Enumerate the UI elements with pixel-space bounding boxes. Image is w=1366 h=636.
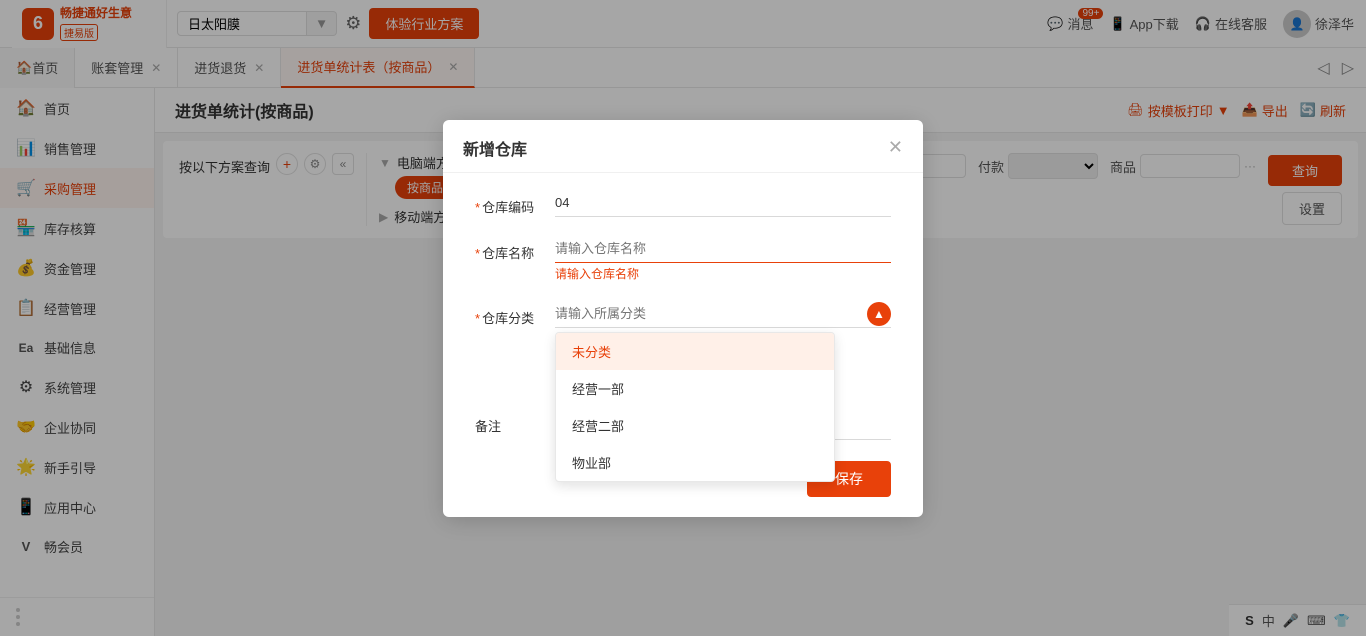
code-input[interactable]: [555, 189, 891, 217]
modal-body: *仓库编码 *仓库名称 请输入仓库名称 *仓库分类: [443, 173, 923, 443]
category-input[interactable]: [555, 300, 891, 328]
form-row-name: *仓库名称 请输入仓库名称: [475, 235, 891, 282]
code-control: [555, 189, 891, 217]
note-label: 备注: [475, 408, 555, 435]
dropdown-item-unclassified[interactable]: 未分类: [556, 333, 834, 370]
category-label: *仓库分类: [475, 300, 555, 327]
name-control: 请输入仓库名称: [555, 235, 891, 282]
modal-overlay[interactable]: 新增仓库 ✕ *仓库编码 *仓库名称 请输入仓库名称: [0, 0, 1366, 636]
code-label: *仓库编码: [475, 189, 555, 216]
new-warehouse-modal: 新增仓库 ✕ *仓库编码 *仓库名称 请输入仓库名称: [443, 120, 923, 517]
dropdown-item-dept2[interactable]: 经营二部: [556, 407, 834, 444]
name-input[interactable]: [555, 235, 891, 263]
dropdown-item-dept3[interactable]: 物业部: [556, 444, 834, 481]
modal-title: 新增仓库: [463, 136, 527, 160]
category-dropdown: 未分类 经营一部 经营二部 物业部: [555, 332, 835, 482]
modal-close-btn[interactable]: ✕: [888, 137, 903, 158]
name-label: *仓库名称: [475, 235, 555, 262]
form-row-category: *仓库分类 ▲ 未分类 经营一部 经营二部 物业部: [475, 300, 891, 328]
modal-header: 新增仓库 ✕: [443, 120, 923, 173]
name-error-msg: 请输入仓库名称: [555, 265, 891, 282]
form-row-code: *仓库编码: [475, 189, 891, 217]
category-control: ▲ 未分类 经营一部 经营二部 物业部: [555, 300, 891, 328]
category-dropdown-btn[interactable]: ▲: [867, 302, 891, 326]
dropdown-item-dept1[interactable]: 经营一部: [556, 370, 834, 407]
arrow-up-icon: ▲: [873, 307, 885, 321]
